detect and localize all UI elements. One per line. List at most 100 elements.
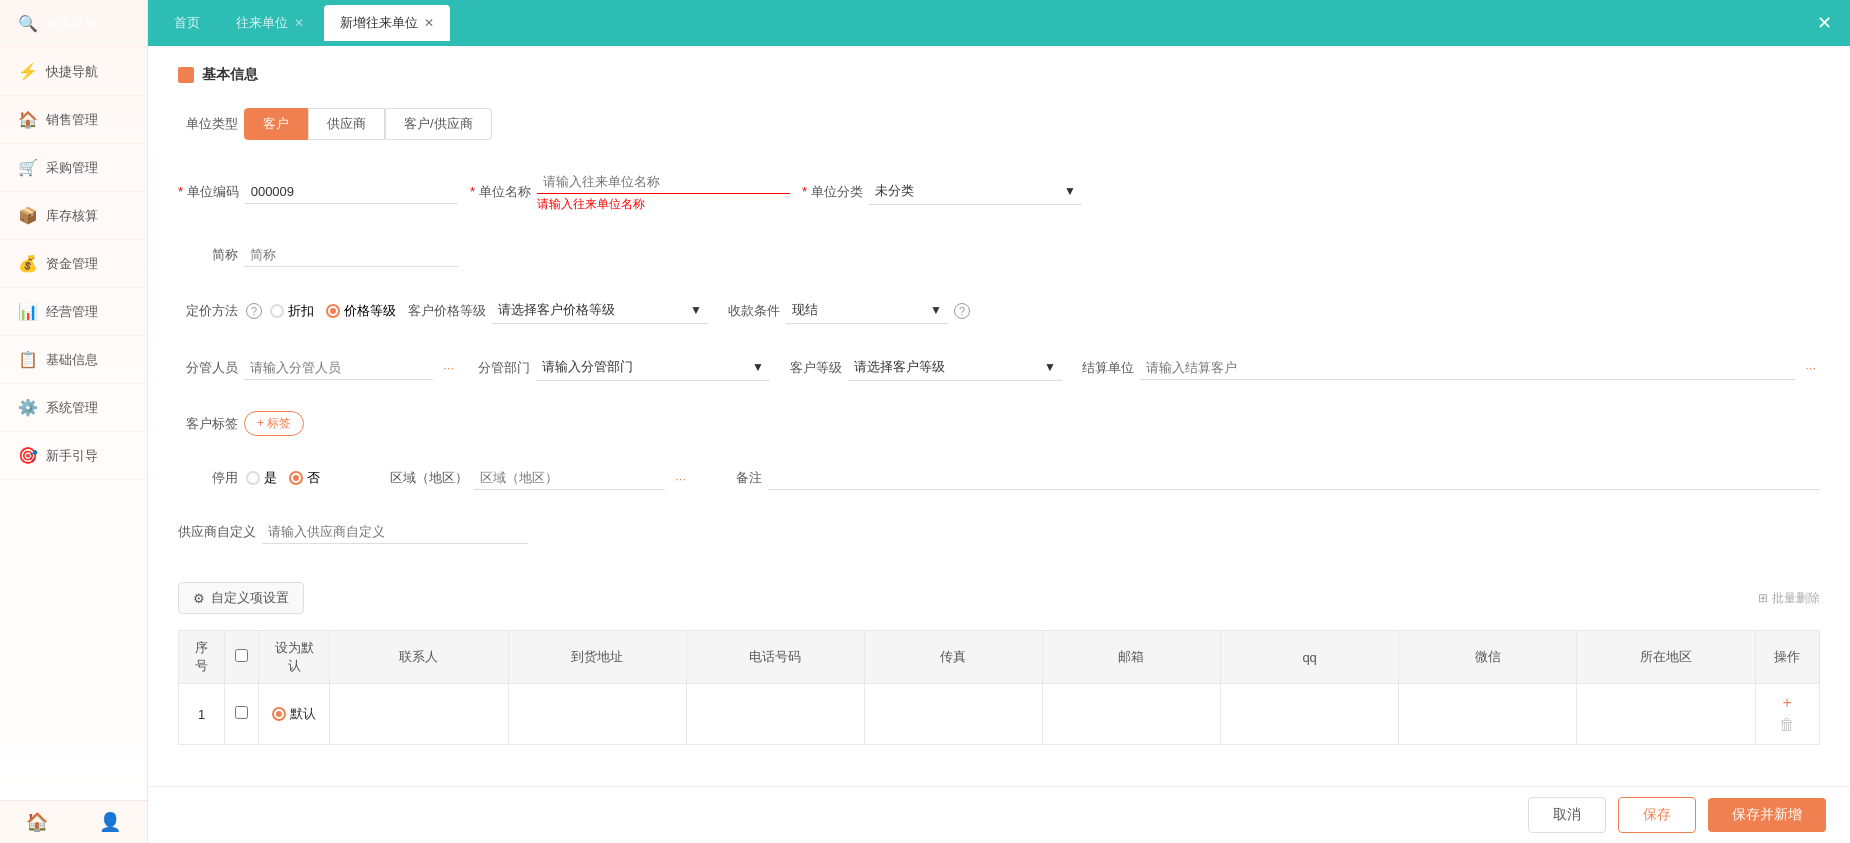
- custom-settings-button[interactable]: ⚙ 自定义项设置: [178, 582, 304, 614]
- sidebar-item-search[interactable]: 🔍 搜索菜单: [0, 0, 147, 48]
- content-area: 基本信息 单位类型 客户 供应商 客户/供应商 单位编码 单位名: [148, 46, 1850, 786]
- sidebar-item-label: 经营管理: [46, 303, 98, 321]
- pricing-method-label: 定价方法: [178, 302, 238, 320]
- batch-delete-button[interactable]: ⊞ 批量删除: [1758, 590, 1820, 607]
- sidebar: 🔍 搜索菜单 ⚡ 快捷导航 🏠 销售管理 🛒 采购管理 📦 库存核算 💰 资金管…: [0, 0, 148, 843]
- customer-price-level-select[interactable]: 请选择客户价格等级 ▼: [492, 297, 708, 324]
- home-button[interactable]: 🏠: [0, 801, 74, 843]
- radio-circle-price-level: [326, 304, 340, 318]
- region-label: 区域（地区）: [390, 469, 468, 487]
- tab-new-partner[interactable]: 新增往来单位 ✕: [324, 5, 450, 41]
- sidebar-item-quick-nav[interactable]: ⚡ 快捷导航: [0, 48, 147, 96]
- manager-input[interactable]: [244, 356, 433, 380]
- gear-icon: ⚙: [193, 591, 205, 606]
- payment-terms-select[interactable]: 现结 ▼: [786, 297, 948, 324]
- tab-close-new-partner[interactable]: ✕: [424, 16, 434, 30]
- add-row-button[interactable]: +: [1779, 692, 1796, 714]
- cell-qq[interactable]: [1221, 684, 1399, 745]
- sidebar-item-sales[interactable]: 🏠 销售管理: [0, 96, 147, 144]
- pricing-row: 定价方法 ? 折扣 价格等级 客户价格等级 请选择客户价格等级: [178, 297, 1820, 324]
- supplier-custom-input[interactable]: [262, 520, 528, 544]
- radio-discount-label: 折扣: [288, 302, 314, 320]
- region-input[interactable]: [474, 466, 665, 490]
- cell-email[interactable]: [1042, 684, 1220, 745]
- tabbar-close-button[interactable]: ✕: [1809, 8, 1840, 38]
- payment-help-icon[interactable]: ?: [954, 303, 970, 319]
- unit-code-input[interactable]: [245, 180, 458, 204]
- cell-fax[interactable]: [864, 684, 1042, 745]
- sidebar-item-purchase[interactable]: 🛒 采购管理: [0, 144, 147, 192]
- unit-btn-supplier[interactable]: 供应商: [308, 108, 385, 140]
- radio-discount[interactable]: 折扣: [270, 302, 314, 320]
- col-action: 操作: [1755, 631, 1820, 684]
- sidebar-item-label: 基础信息: [46, 351, 98, 369]
- user-button[interactable]: 👤: [74, 801, 148, 843]
- sidebar-item-label: 系统管理: [46, 399, 98, 417]
- sidebar-item-system[interactable]: ⚙️ 系统管理: [0, 384, 147, 432]
- contact-input[interactable]: [340, 707, 497, 722]
- radio-no[interactable]: 否: [289, 469, 320, 487]
- customer-level-select[interactable]: 请选择客户等级 ▼: [848, 354, 1062, 381]
- default-radio[interactable]: [272, 707, 286, 721]
- sidebar-item-finance[interactable]: 💰 资金管理: [0, 240, 147, 288]
- tab-label: 新增往来单位: [340, 14, 418, 32]
- pricing-help-icon[interactable]: ?: [246, 303, 262, 319]
- fax-input[interactable]: [875, 707, 1032, 722]
- system-icon: ⚙️: [18, 398, 38, 417]
- cell-region[interactable]: [1577, 684, 1755, 745]
- remark-input[interactable]: [768, 466, 1820, 490]
- unit-category-select[interactable]: 未分类 ▼: [869, 178, 1082, 205]
- select-all-checkbox[interactable]: [235, 649, 248, 662]
- radio-yes[interactable]: 是: [246, 469, 277, 487]
- qq-input[interactable]: [1231, 707, 1388, 722]
- radio-price-level[interactable]: 价格等级: [326, 302, 396, 320]
- col-checkbox[interactable]: [225, 631, 259, 684]
- row-checkbox[interactable]: [235, 706, 248, 719]
- section-icon: [178, 67, 194, 83]
- delete-row-button[interactable]: 🗑: [1775, 714, 1799, 736]
- unit-btn-customer[interactable]: 客户: [244, 108, 308, 140]
- cell-phone[interactable]: [686, 684, 864, 745]
- cell-address[interactable]: [508, 684, 686, 745]
- add-tag-button[interactable]: + 标签: [244, 411, 304, 436]
- sidebar-item-label: 搜索菜单: [46, 15, 98, 33]
- operation-icon: 📊: [18, 302, 38, 321]
- unit-name-input[interactable]: [537, 170, 790, 194]
- col-contact: 联系人: [330, 631, 508, 684]
- cancel-button[interactable]: 取消: [1528, 797, 1606, 833]
- department-select[interactable]: 请输入分管部门 ▼: [536, 354, 770, 381]
- cell-checkbox[interactable]: [225, 684, 259, 745]
- radio-price-level-label: 价格等级: [344, 302, 396, 320]
- unit-type-row: 单位类型 客户 供应商 客户/供应商: [178, 108, 1820, 140]
- email-input[interactable]: [1053, 707, 1210, 722]
- sidebar-item-basic[interactable]: 📋 基础信息: [0, 336, 147, 384]
- save-button[interactable]: 保存: [1618, 797, 1696, 833]
- phone-input[interactable]: [697, 707, 854, 722]
- region-more-btn[interactable]: ···: [671, 471, 690, 486]
- section-header-basic: 基本信息: [178, 66, 1820, 84]
- unit-category-value: 未分类: [875, 182, 914, 200]
- cell-default[interactable]: 默认: [259, 684, 330, 745]
- tab-close-partners[interactable]: ✕: [294, 16, 304, 30]
- sidebar-item-operation[interactable]: 📊 经营管理: [0, 288, 147, 336]
- sales-icon: 🏠: [18, 110, 38, 129]
- sidebar-item-inventory[interactable]: 📦 库存核算: [0, 192, 147, 240]
- unit-type-group: 客户 供应商 客户/供应商: [244, 108, 492, 140]
- unit-btn-both[interactable]: 客户/供应商: [385, 108, 492, 140]
- short-name-input[interactable]: [244, 243, 458, 267]
- manager-more-btn[interactable]: ···: [439, 360, 458, 375]
- unit-type-label: 单位类型: [178, 115, 238, 133]
- tab-home[interactable]: 首页: [158, 5, 216, 41]
- settlement-more-btn[interactable]: ···: [1801, 360, 1820, 375]
- cell-wechat[interactable]: [1399, 684, 1577, 745]
- cell-contact[interactable]: [330, 684, 508, 745]
- row-region-input[interactable]: [1587, 707, 1744, 722]
- disabled-label: 停用: [178, 469, 238, 487]
- sidebar-item-guide[interactable]: 🎯 新手引导: [0, 432, 147, 480]
- address-input[interactable]: [519, 707, 676, 722]
- settlement-unit-input[interactable]: [1140, 356, 1795, 380]
- wechat-input[interactable]: [1409, 707, 1566, 722]
- save-and-new-button[interactable]: 保存并新增: [1708, 798, 1826, 832]
- tab-partners[interactable]: 往来单位 ✕: [220, 5, 320, 41]
- tag-row: 客户标签 + 标签: [178, 411, 1820, 436]
